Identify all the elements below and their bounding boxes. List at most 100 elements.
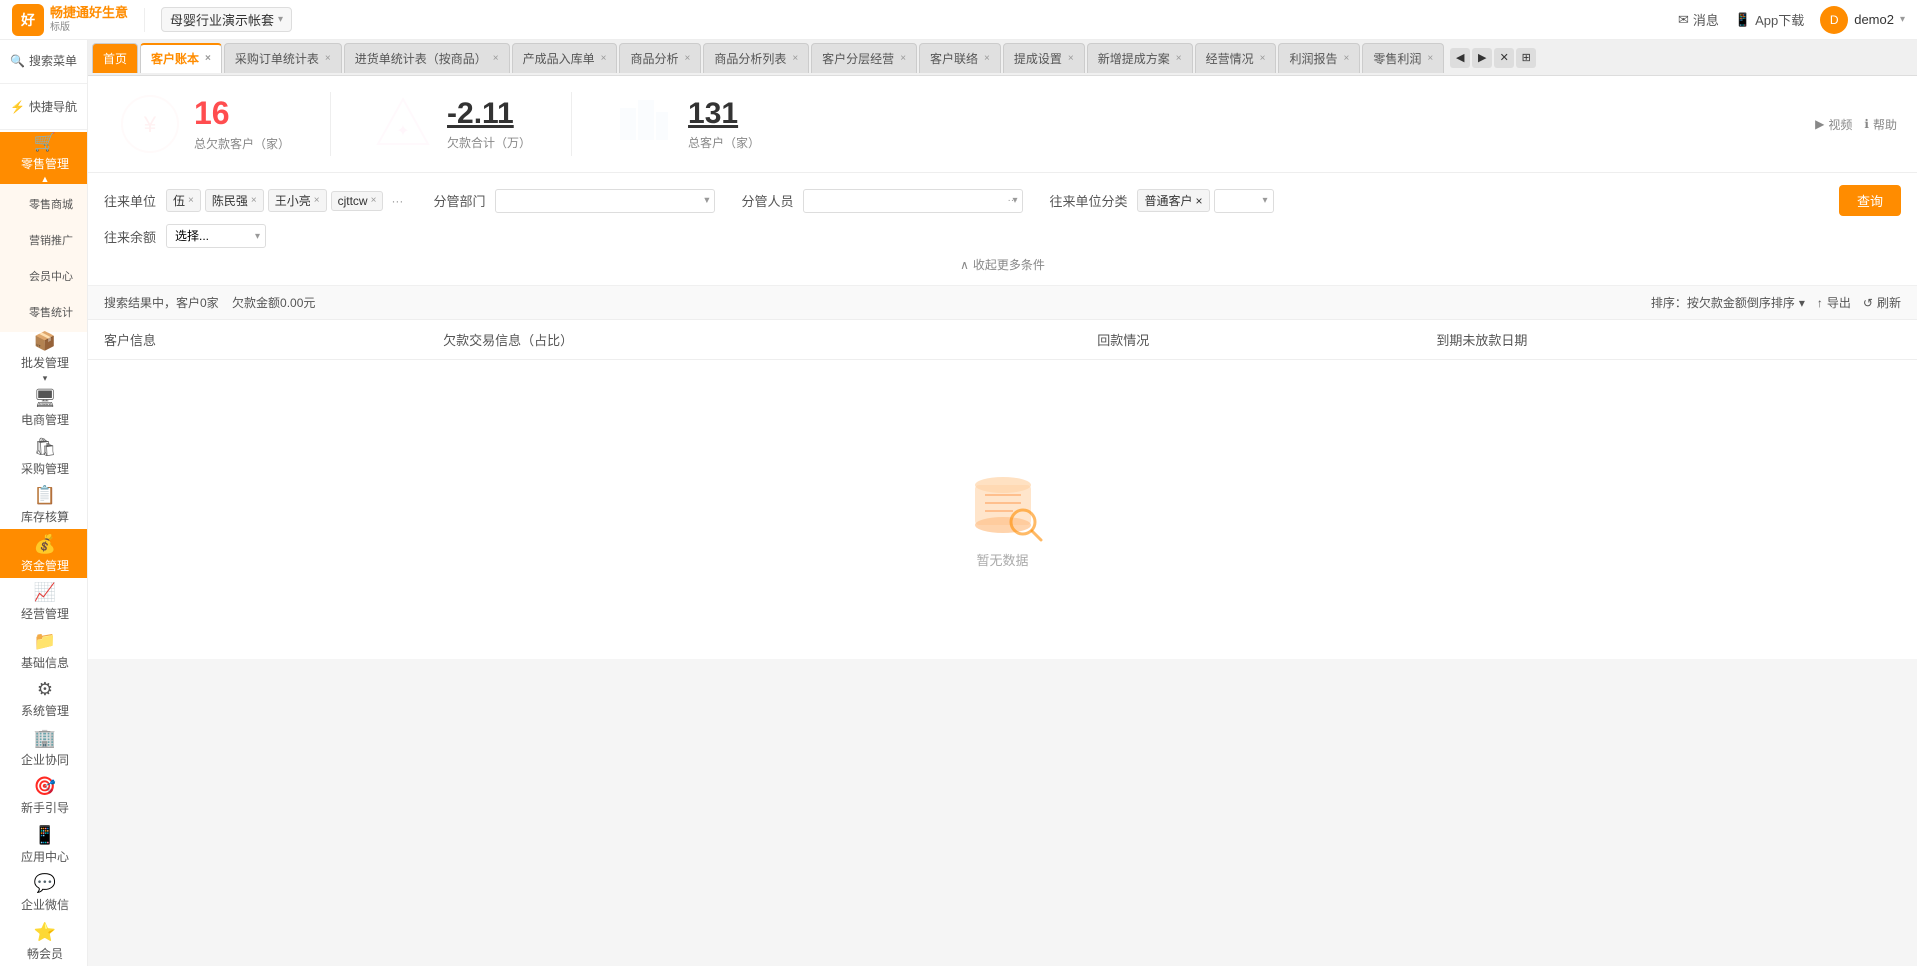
result-actions: 排序：按欠款金额倒序排序 ▾ ↑ 导出 ↺ 刷新 [1651, 294, 1901, 311]
sort-button[interactable]: 排序：按欠款金额倒序排序 ▾ [1651, 294, 1805, 311]
close-commission-setting[interactable]: × [1068, 53, 1074, 64]
top-bar-left: 好 畅捷通好生意 标版 母婴行业演示帐套 ▾ [12, 4, 292, 36]
close-product-analysis[interactable]: × [684, 53, 690, 64]
dept-input[interactable] [495, 189, 715, 213]
sidebar-item-member[interactable]: 会员中心 [0, 258, 87, 294]
col-overdue-date: 到期未放款日期 [1420, 320, 1917, 360]
close-add-commission[interactable]: × [1176, 53, 1182, 64]
sidebar-item-wechat[interactable]: 💬 企业微信 [0, 869, 87, 918]
close-biz-situation[interactable]: × [1260, 53, 1266, 64]
stat-info-debt-total: -2.11 欠款合计（万） [447, 97, 531, 151]
messages-btn[interactable]: ✉ 消息 [1678, 10, 1719, 29]
sidebar-item-inventory[interactable]: 📋 库存核算 [0, 481, 87, 530]
retail-expand-arrow: ▲ [41, 174, 50, 184]
stat-value-debt-total: -2.11 [447, 97, 531, 130]
close-unit-class-tag[interactable]: × [1196, 194, 1203, 208]
sidebar-item-retail-stat[interactable]: 零售统计 [0, 294, 87, 330]
tab-add-commission[interactable]: 新增提成方案 × [1087, 43, 1193, 73]
nav-close-all[interactable]: ✕ [1494, 48, 1514, 68]
close-tag-wang[interactable]: × [314, 195, 320, 206]
close-inbound-stat[interactable]: × [493, 53, 499, 64]
tab-customer-tier[interactable]: 客户分层经营 × [811, 43, 917, 73]
tab-commission-setting[interactable]: 提成设置 × [1003, 43, 1085, 73]
dept-select-wrap[interactable]: ▾ [495, 189, 715, 213]
sidebar-item-finance[interactable]: 💰 资金管理 [0, 529, 87, 578]
sidebar-item-system[interactable]: ⚙ 系统管理 [0, 675, 87, 724]
sidebar-item-retail-shop[interactable]: 零售商城 [0, 186, 87, 222]
nav-expand[interactable]: ⊞ [1516, 48, 1536, 68]
stat-info-debt-customers: 16 总欠款客户（家） [194, 96, 290, 152]
video-help-btn[interactable]: ▶ 视频 [1815, 116, 1852, 133]
tab-home[interactable]: 首页 [92, 43, 138, 73]
stat-label-debt-customers: 总欠款客户（家） [194, 135, 290, 152]
filter-tag-chen[interactable]: 陈民强 × [205, 189, 264, 212]
sidebar-item-appcenter[interactable]: 📱 应用中心 [0, 820, 87, 869]
app-download-btn[interactable]: 📱 App下载 [1735, 10, 1804, 29]
close-tag-wu[interactable]: × [188, 195, 194, 206]
sidebar-item-newbie[interactable]: 🎯 新手引导 [0, 772, 87, 821]
tab-inbound-stat[interactable]: 进货单统计表（按商品） × [344, 43, 510, 73]
nav-prev-arrow[interactable]: ◀ [1450, 48, 1470, 68]
tab-biz-situation[interactable]: 经营情况 × [1195, 43, 1277, 73]
video-icon: ▶ [1815, 117, 1824, 131]
sidebar-item-corp[interactable]: 🏢 企业协同 [0, 723, 87, 772]
sidebar-item-ecom[interactable]: 🖥 电商管理 [0, 384, 87, 433]
sidebar-item-ops[interactable]: 📈 经营管理 [0, 578, 87, 627]
close-product-inbound[interactable]: × [601, 53, 607, 64]
stat-right-actions: ▶ 视频 ℹ 帮助 [1815, 116, 1897, 133]
tab-purchase-order-stat[interactable]: 采购订单统计表 × [224, 43, 342, 73]
retail-icon: 🛒 [34, 132, 56, 153]
people-input[interactable] [803, 189, 1023, 213]
tab-product-analysis-list[interactable]: 商品分析列表 × [703, 43, 809, 73]
sidebar-item-base[interactable]: 📁 基础信息 [0, 626, 87, 675]
filter-tag-cjttcw[interactable]: cjttcw × [331, 191, 384, 211]
query-button[interactable]: 查询 [1839, 185, 1901, 216]
close-tag-cjttcw[interactable]: × [371, 195, 377, 206]
table-empty-row: 暂无数据 [88, 360, 1917, 660]
tab-product-inbound[interactable]: 产成品入库单 × [512, 43, 618, 73]
sidebar-search[interactable]: 🔍 搜索菜单 [0, 40, 87, 81]
stat-icon-debt-customers: ¥ [118, 92, 182, 156]
sidebar-item-marketing[interactable]: 营销推广 [0, 222, 87, 258]
unit-class-select[interactable] [1214, 189, 1274, 213]
balance-select[interactable]: 选择... [166, 224, 266, 248]
filter-tag-wu[interactable]: 伍 × [166, 189, 201, 212]
col-repay-status: 回款情况 [1081, 320, 1420, 360]
refresh-button[interactable]: ↺ 刷新 [1863, 294, 1901, 311]
sidebar-quick-nav[interactable]: ⚡ 快捷导航 [0, 86, 87, 127]
collapse-more-btn[interactable]: ∧ 收起更多条件 [104, 256, 1901, 273]
col-customer-info: 客户信息 [88, 320, 427, 360]
tab-product-analysis[interactable]: 商品分析 × [619, 43, 701, 73]
sidebar-item-retail[interactable]: 🛒 零售管理 ▲ [0, 132, 87, 184]
close-customer-contact[interactable]: × [984, 53, 990, 64]
balance-select-wrap[interactable]: 选择... [166, 224, 266, 248]
filter-row-unit: 往来单位 伍 × 陈民强 × 王小亮 × cjttcw × ··· [104, 185, 1901, 216]
help-btn[interactable]: ℹ 帮助 [1864, 116, 1897, 133]
close-customer-tier[interactable]: × [900, 53, 906, 64]
unit-class-dropdown[interactable] [1214, 189, 1274, 213]
close-profit-report[interactable]: × [1343, 53, 1349, 64]
close-purchase-order-stat[interactable]: × [325, 53, 331, 64]
close-customer-ledger[interactable]: × [205, 53, 211, 64]
tab-profit-report[interactable]: 利润报告 × [1278, 43, 1360, 73]
unit-class-tag[interactable]: 普通客户 × [1137, 189, 1209, 212]
user-avatar: D [1820, 6, 1848, 34]
company-select[interactable]: 母婴行业演示帐套 ▾ [161, 7, 292, 32]
filter-tag-wang[interactable]: 王小亮 × [268, 189, 327, 212]
close-retail-profit[interactable]: × [1427, 53, 1433, 64]
filter-more-tags[interactable]: ··· [387, 192, 407, 210]
sidebar-item-batch[interactable]: 📦 批发管理 ▾ [0, 332, 87, 384]
close-tag-chen[interactable]: × [251, 195, 257, 206]
nav-next-arrow[interactable]: ▶ [1472, 48, 1492, 68]
export-button[interactable]: ↑ 导出 [1817, 294, 1851, 311]
user-menu[interactable]: D demo2 ▾ [1820, 6, 1905, 34]
sidebar-item-purchase[interactable]: 🛍 采购管理 [0, 432, 87, 481]
sidebar-item-vip[interactable]: ⭐ 畅会员 [0, 917, 87, 966]
tab-customer-contact[interactable]: 客户联络 × [919, 43, 1001, 73]
table-header-row: 客户信息 欠款交易信息（占比） 回款情况 到期未放款日期 [88, 320, 1917, 360]
tab-customer-ledger[interactable]: 客户账本 × [140, 43, 222, 73]
tab-retail-profit[interactable]: 零售利润 × [1362, 43, 1444, 73]
stats-row: ¥ 16 总欠款客户（家） ✦ -2.11 欠款合计（万） [88, 76, 1917, 173]
debt-amount-result: 欠款金额0.00元 [232, 296, 315, 310]
close-product-analysis-list[interactable]: × [792, 53, 798, 64]
